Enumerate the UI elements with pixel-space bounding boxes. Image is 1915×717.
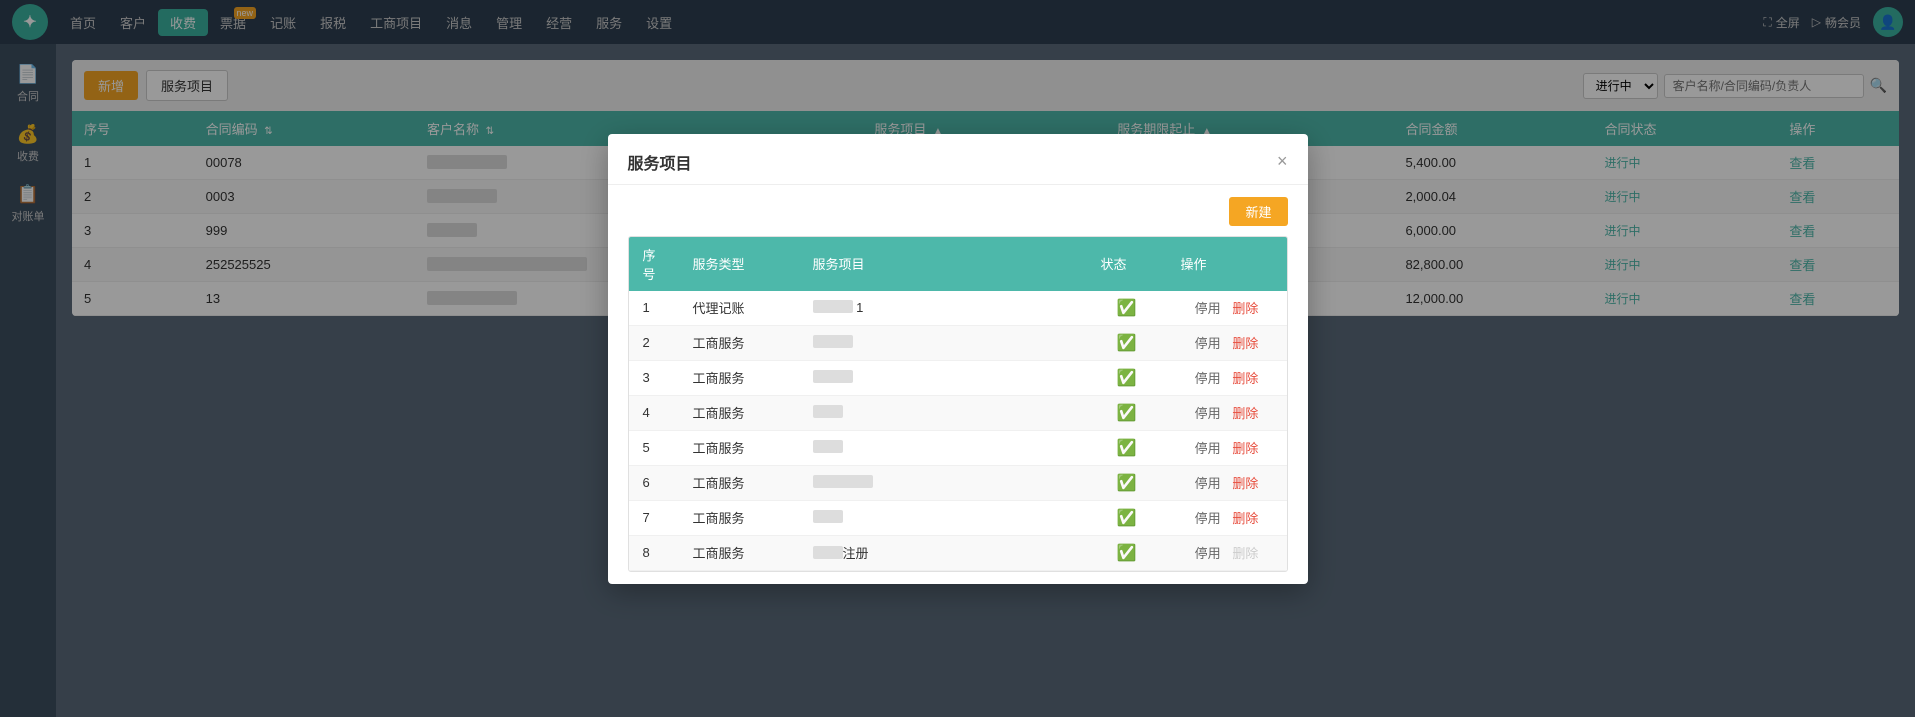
delete-button[interactable]: 删除 <box>1232 476 1258 491</box>
svc-col-seq: 序号 <box>629 237 679 291</box>
service-row: 6 工商服务 ✅ 停用 删除 <box>629 465 1287 500</box>
delete-button[interactable]: 删除 <box>1232 441 1258 456</box>
svc-col-item: 服务项目 <box>799 237 1087 291</box>
stop-button[interactable]: 停用 <box>1195 546 1221 561</box>
service-table-scroll[interactable]: 1 代理记账 1 ✅ 停用 删除 2 <box>629 291 1287 571</box>
stop-button[interactable]: 停用 <box>1195 371 1221 386</box>
delete-button[interactable]: 删除 <box>1232 406 1258 421</box>
status-check-icon: ✅ <box>1117 440 1137 457</box>
status-check-icon: ✅ <box>1117 300 1137 317</box>
stop-button[interactable]: 停用 <box>1195 406 1221 421</box>
service-row: 2 工商服务 ✅ 停用 删除 <box>629 325 1287 360</box>
status-check-icon: ✅ <box>1117 370 1137 387</box>
svc-col-type: 服务类型 <box>679 237 799 291</box>
modal-new-button[interactable]: 新建 <box>1229 197 1287 226</box>
status-check-icon: ✅ <box>1117 545 1137 562</box>
status-check-icon: ✅ <box>1117 510 1137 527</box>
delete-button[interactable]: 删除 <box>1232 371 1258 386</box>
svc-col-action: 操作 <box>1167 237 1287 291</box>
svc-col-status: 状态 <box>1087 237 1167 291</box>
modal-close-button[interactable]: × <box>1277 151 1288 172</box>
delete-button[interactable]: 删除 <box>1232 336 1258 351</box>
delete-button[interactable]: 删除 <box>1232 511 1258 526</box>
service-table: 序号 服务类型 服务项目 状态 操作 <box>629 237 1287 291</box>
modal-toolbar: 新建 <box>628 197 1288 226</box>
modal-header: 服务项目 × <box>608 134 1308 185</box>
status-check-icon: ✅ <box>1117 475 1137 492</box>
stop-button[interactable]: 停用 <box>1195 441 1221 456</box>
stop-button[interactable]: 停用 <box>1195 301 1221 316</box>
stop-button[interactable]: 停用 <box>1195 476 1221 491</box>
service-row: 8 工商服务 注册 ✅ 停用 删除 <box>629 535 1287 570</box>
service-modal: 服务项目 × 新建 序号 服务类型 服务项目 状态 操作 <box>608 134 1308 584</box>
status-check-icon: ✅ <box>1117 335 1137 352</box>
delete-button[interactable]: 删除 <box>1232 301 1258 316</box>
service-table-body-table: 1 代理记账 1 ✅ 停用 删除 2 <box>629 291 1287 571</box>
service-row: 1 代理记账 1 ✅ 停用 删除 <box>629 291 1287 326</box>
service-table-header: 序号 服务类型 服务项目 状态 操作 <box>629 237 1287 291</box>
modal-title: 服务项目 <box>628 150 692 174</box>
delete-button-disabled: 删除 <box>1232 546 1258 561</box>
service-row: 3 工商服务 ✅ 停用 删除 <box>629 360 1287 395</box>
service-row: 4 工商服务 ✅ 停用 删除 <box>629 395 1287 430</box>
status-check-icon: ✅ <box>1117 405 1137 422</box>
service-table-wrapper: 序号 服务类型 服务项目 状态 操作 1 代理记账 <box>628 236 1288 572</box>
modal-body: 新建 序号 服务类型 服务项目 状态 操作 <box>608 185 1308 584</box>
service-row: 5 工商服务 ✅ 停用 删除 <box>629 430 1287 465</box>
modal-overlay[interactable]: 服务项目 × 新建 序号 服务类型 服务项目 状态 操作 <box>0 0 1915 717</box>
service-table-body: 1 代理记账 1 ✅ 停用 删除 2 <box>629 291 1287 571</box>
stop-button[interactable]: 停用 <box>1195 511 1221 526</box>
stop-button[interactable]: 停用 <box>1195 336 1221 351</box>
service-row: 7 工商服务 ✅ 停用 删除 <box>629 500 1287 535</box>
